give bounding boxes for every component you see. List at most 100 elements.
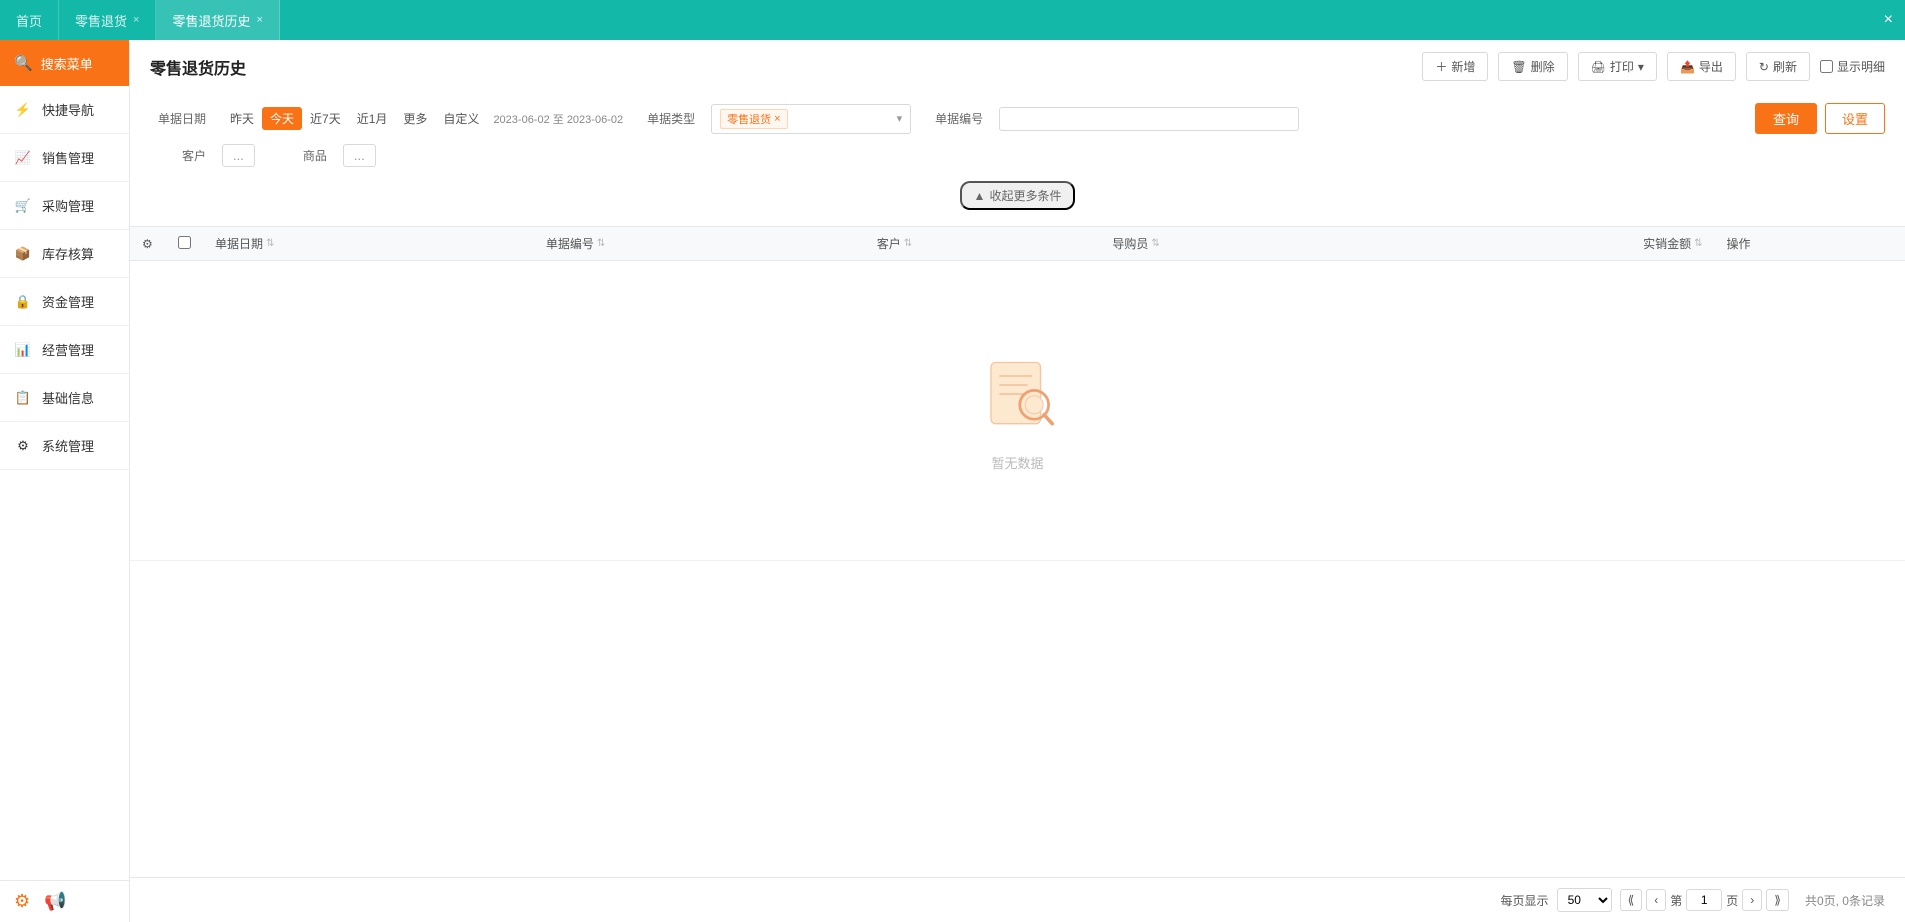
empty-state-cell: 暂无数据 — [130, 261, 1905, 561]
date-btn-1month[interactable]: 近1月 — [349, 107, 396, 130]
speaker-icon[interactable]: 📢 — [44, 891, 66, 912]
col-guide-sort-icon[interactable]: ⇅ — [1151, 238, 1159, 249]
table-header: ⚙ 单据日期 ⇅ 单据编号 — [130, 227, 1905, 261]
date-btn-today[interactable]: 今天 — [262, 107, 302, 130]
col-settings[interactable]: ⚙ — [130, 227, 166, 261]
tab-home[interactable]: 首页 — [0, 0, 59, 40]
sidebar-bottom: ⚙ 📢 — [0, 880, 129, 922]
sidebar-item-system-label: 系统管理 — [42, 436, 94, 455]
per-page-select[interactable]: 20 50 100 — [1557, 888, 1612, 912]
col-amount-sort-icon[interactable]: ⇅ — [1694, 238, 1702, 249]
voucher-type-tag-close[interactable]: × — [774, 113, 780, 125]
empty-state: 暂无数据 — [142, 269, 1893, 552]
date-btn-yesterday[interactable]: 昨天 — [222, 107, 262, 130]
refresh-button[interactable]: ↻ 刷新 — [1746, 52, 1810, 81]
page-first-button[interactable]: ⟪ — [1620, 889, 1643, 911]
quick-nav-icon: ⚡ — [14, 101, 32, 119]
page-prev-button[interactable]: ‹ — [1646, 889, 1666, 911]
delete-icon: 🗑 — [1511, 60, 1526, 74]
page-input[interactable] — [1686, 889, 1722, 911]
per-page-label: 每页显示 — [1501, 892, 1549, 909]
select-all-checkbox[interactable] — [178, 236, 191, 249]
settings-gear-icon[interactable]: ⚙ — [14, 891, 30, 912]
page-last-button[interactable]: ⟫ — [1766, 889, 1789, 911]
sidebar-item-sales-mgmt[interactable]: 📈 销售管理 — [0, 134, 129, 182]
col-number-sort-icon[interactable]: ⇅ — [597, 238, 605, 249]
date-btn-custom[interactable]: 自定义 — [435, 107, 487, 130]
window-close-button[interactable]: × — [1884, 11, 1905, 29]
sales-icon: 📈 — [14, 149, 32, 167]
page-unit: 页 — [1726, 892, 1738, 909]
customer-select-button[interactable]: ... — [222, 144, 255, 167]
sidebar-item-finance[interactable]: 🔒 资金管理 — [0, 278, 129, 326]
collapse-up-icon: ▲ — [974, 189, 986, 203]
search-menu-button[interactable]: 🔍 搜索菜单 — [0, 40, 129, 86]
voucher-number-input[interactable] — [999, 107, 1299, 131]
data-table: ⚙ 单据日期 ⇅ 单据编号 — [130, 227, 1905, 561]
sidebar-item-purchase-mgmt[interactable]: 🛒 采购管理 — [0, 182, 129, 230]
export-icon: 📤 — [1680, 60, 1695, 74]
col-customer-sort-icon[interactable]: ⇅ — [904, 238, 912, 249]
sidebar-item-purchase-label: 采购管理 — [42, 196, 94, 215]
collapse-button[interactable]: ▲ 收起更多条件 — [960, 181, 1076, 210]
display-detail-label: 显示明细 — [1837, 58, 1885, 75]
export-label: 导出 — [1699, 58, 1723, 75]
display-detail-checkbox[interactable]: 显示明细 — [1820, 58, 1885, 75]
sidebar-item-inventory[interactable]: 📦 库存核算 — [0, 230, 129, 278]
filter-row-2: 客户 ... 商品 ... — [150, 144, 1885, 167]
date-btn-7days[interactable]: 近7天 — [302, 107, 349, 130]
sidebar-item-system-mgmt[interactable]: ⚙ 系统管理 — [0, 422, 129, 470]
delete-button[interactable]: 🗑 删除 — [1498, 52, 1567, 81]
empty-text: 暂无数据 — [991, 453, 1043, 472]
date-btn-more[interactable]: 更多 — [395, 107, 435, 130]
goods-select-button[interactable]: ... — [343, 144, 376, 167]
finance-icon: 🔒 — [14, 293, 32, 311]
voucher-type-select[interactable]: 零售退货 × ▾ — [711, 104, 911, 134]
empty-state-row: 暂无数据 — [130, 261, 1905, 561]
col-date: 单据日期 ⇅ — [203, 227, 534, 261]
basic-info-icon: 📋 — [14, 389, 32, 407]
query-button[interactable]: 查询 — [1755, 103, 1817, 134]
table-body: 暂无数据 — [130, 261, 1905, 561]
export-button[interactable]: 📤 导出 — [1667, 52, 1736, 81]
sidebar-item-quick-nav[interactable]: ⚡ 快捷导航 — [0, 86, 129, 134]
tab-retail-return-close[interactable]: × — [133, 14, 139, 26]
page-title-row: 零售退货历史 ＋ 新增 🗑 删除 🖨 打印 ▾ — [150, 52, 1885, 81]
col-guide-label: 导购员 — [1112, 235, 1148, 252]
sidebar-item-basic-info[interactable]: 📋 基础信息 — [0, 374, 129, 422]
voucher-type-arrow-icon: ▾ — [897, 112, 903, 125]
col-guide: 导购员 ⇅ — [1100, 227, 1383, 261]
tab-retail-return-history[interactable]: 零售退货历史 × — [156, 0, 279, 40]
tab-retail-return-history-close[interactable]: × — [256, 14, 262, 26]
tab-home-label: 首页 — [16, 11, 42, 30]
date-range-display: 2023-06-02 至 2023-06-02 — [493, 111, 623, 127]
tab-retail-return[interactable]: 零售退货 × — [59, 0, 156, 40]
col-date-label: 单据日期 — [215, 235, 263, 252]
sidebar-item-operations[interactable]: 📊 经营管理 — [0, 326, 129, 374]
new-icon: ＋ — [1435, 58, 1447, 75]
filter-row-1: 单据日期 昨天 今天 近7天 近1月 更多 自定义 2023-06-02 至 2… — [150, 103, 1885, 134]
tab-retail-return-label: 零售退货 — [75, 11, 127, 30]
sidebar-item-operations-label: 经营管理 — [42, 340, 94, 359]
tab-retail-return-history-label: 零售退货历史 — [172, 11, 250, 30]
col-customer: 客户 ⇅ — [865, 227, 1101, 261]
col-action: 操作 — [1714, 227, 1905, 261]
page-label: 第 — [1670, 892, 1682, 909]
print-button[interactable]: 🖨 打印 ▾ — [1578, 52, 1657, 81]
col-customer-label: 客户 — [877, 235, 901, 252]
sidebar-item-finance-label: 资金管理 — [42, 292, 94, 311]
col-checkbox[interactable] — [166, 227, 203, 261]
content-area: 零售退货历史 ＋ 新增 🗑 删除 🖨 打印 ▾ — [130, 40, 1905, 922]
voucher-type-label: 单据类型 — [639, 110, 695, 127]
pagination: 每页显示 20 50 100 ⟪ ‹ 第 页 › ⟫ 共0页, 0条记录 — [130, 877, 1905, 922]
page-header: 零售退货历史 ＋ 新增 🗑 删除 🖨 打印 ▾ — [130, 40, 1905, 227]
setting-button[interactable]: 设置 — [1825, 103, 1885, 134]
display-detail-input[interactable] — [1820, 60, 1833, 73]
tab-list: 首页 零售退货 × 零售退货历史 × — [0, 0, 1884, 40]
col-date-sort-icon[interactable]: ⇅ — [266, 238, 274, 249]
empty-icon — [973, 349, 1063, 439]
new-button[interactable]: ＋ 新增 — [1422, 52, 1488, 81]
filter-area: 单据日期 昨天 今天 近7天 近1月 更多 自定义 2023-06-02 至 2… — [150, 93, 1885, 226]
page-next-button[interactable]: › — [1742, 889, 1762, 911]
goods-label: 商品 — [271, 147, 327, 164]
